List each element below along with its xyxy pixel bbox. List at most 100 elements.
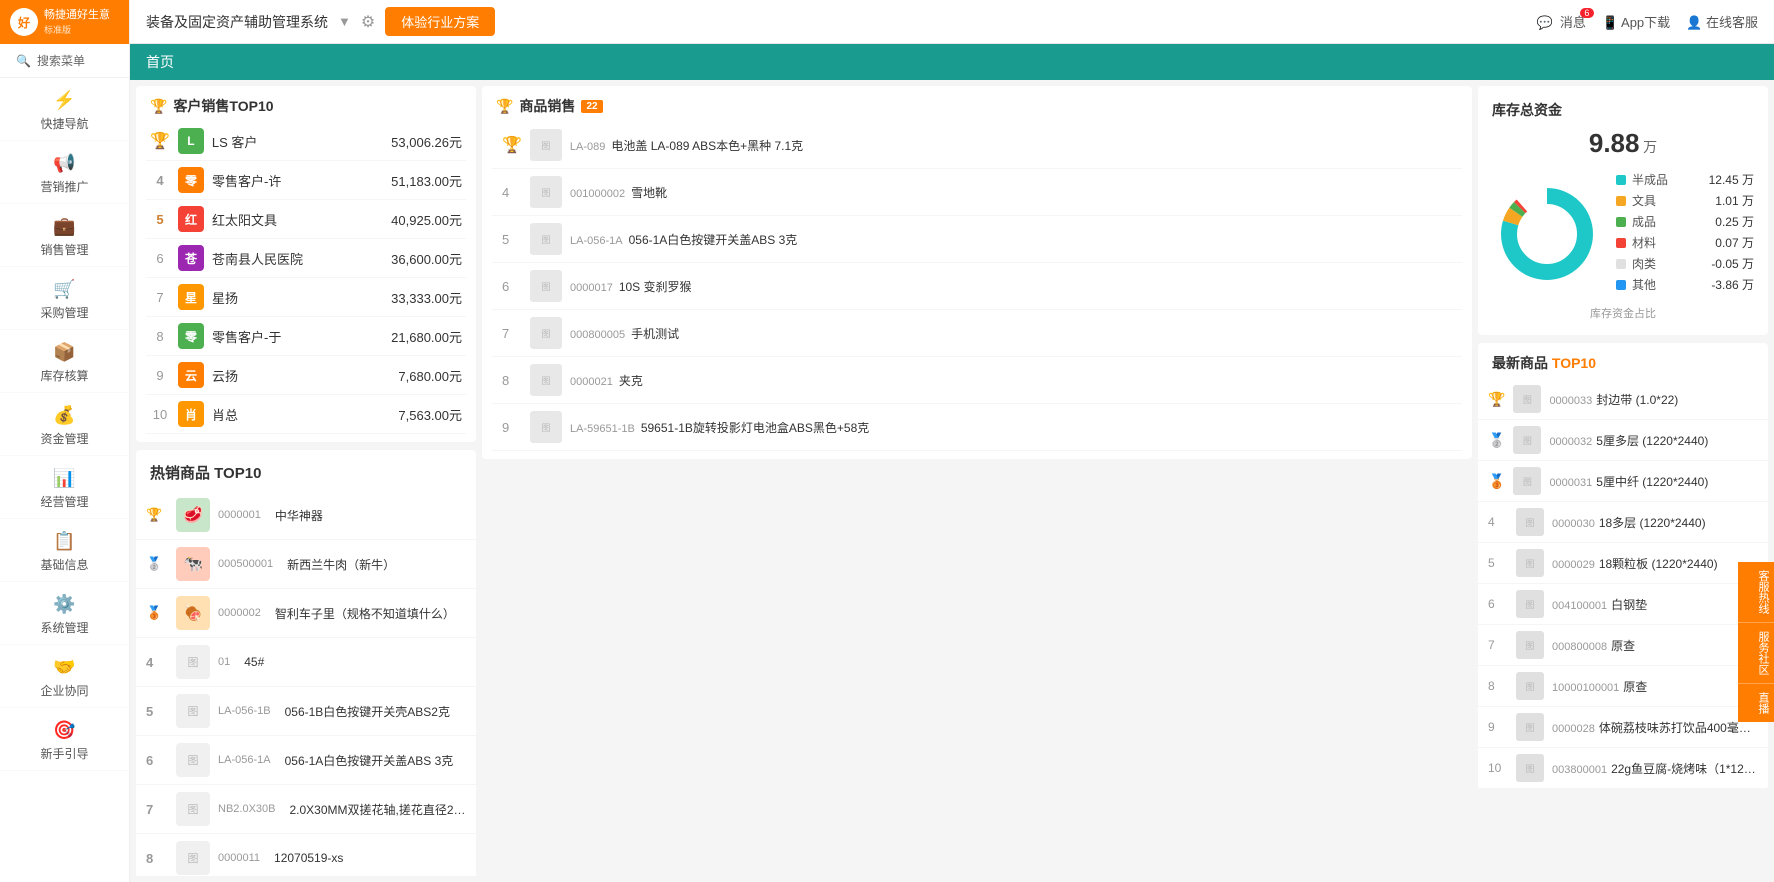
product-code: LA-089 [570,141,605,153]
product-sales-list: 🏆 图 LA-089 电池盖 LA-089 ABS本色+黑种 7.1克 4 图 [482,122,1472,459]
customer-amount: 21,680.00元 [391,327,462,346]
float-btn-community[interactable]: 服务社区 [1738,622,1774,683]
breadcrumb: 首页 [130,44,1774,80]
float-btn-service[interactable]: 客服热线 [1738,562,1774,622]
new-name: 22g鱼豆腐-烧烤味（1*12*20） [1611,760,1758,777]
new-product-info: 10000100001 原查 [1552,678,1758,695]
sidebar-item-basic[interactable]: 📋 基础信息 [0,519,129,582]
avatar: 苍 [178,245,204,271]
new-code: 0000030 [1552,518,1595,530]
operations-label: 经营管理 [40,493,88,510]
new-name: 体碗荔枝味苏打饮品400毫升（1*15） [1599,719,1758,736]
sidebar-item-system[interactable]: ⚙️ 系统管理 [0,582,129,645]
top-label: TOP10 [1552,355,1596,371]
product-name: 056-1A白色按键开关盖ABS 3克 [629,231,798,248]
new-code: 0000029 [1552,559,1595,571]
rank-num-6: 8 [150,329,170,344]
sidebar-item-quick[interactable]: ⚡ 快捷导航 [0,78,129,141]
list-item: 5 图 LA-056-1B 056-1B白色按键开关壳ABS2克 [136,687,476,736]
inventory-card: 库存总资金 9.88 万 [1478,86,1768,335]
online-service-link[interactable]: 👤 在线客服 [1686,12,1758,31]
customer-top10-header: 🏆 客户销售TOP10 [136,86,476,122]
sidebar-item-purchase[interactable]: 🛒 采购管理 [0,267,129,330]
list-item: 6 图 0000017 10S 变刹罗猴 [492,263,1462,310]
customer-name: 星扬 [212,288,383,307]
rank-8: 8 [502,373,522,388]
float-btn-live[interactable]: 直播 [1738,683,1774,722]
search-menu-item[interactable]: 🔍 搜索菜单 [0,44,129,78]
service-icon: 👤 [1686,15,1702,30]
legend-item-meat: 肉类 -0.05 万 [1616,255,1754,272]
legend-color [1616,238,1626,248]
hot-code: LA-056-1A [218,754,271,766]
new-name: 5厘多层 (1220*2440) [1596,432,1708,449]
product-info: LA-056-1A 056-1A白色按键开关盖ABS 3克 [570,231,797,248]
notification-area[interactable]: 💬 6 消息 [1536,12,1585,31]
product-info: LA-59651-1B 59651-1B旋转投影灯电池盒ABS黑色+58克 [570,419,869,436]
hot-code: 0000002 [218,607,261,619]
avatar: 零 [178,323,204,349]
legend-label: 其他 [1632,276,1705,293]
new-product-info: 003800001 22g鱼豆腐-烧烤味（1*12*20） [1552,760,1758,777]
new-product-thumb: 图 [1516,672,1544,700]
new-name: 白钢垫 [1611,596,1647,613]
app-logo: 好 畅捷通好生意 标准版 [0,0,129,44]
new-code: 0000031 [1549,477,1592,489]
sidebar-item-sales[interactable]: 💼 销售管理 [0,204,129,267]
legend-item-semi: 半成品 12.45 万 [1616,171,1754,188]
rank-6: 6 [502,279,522,294]
new-medal-1: 🏆 [1488,391,1505,408]
trial-button[interactable]: 体验行业方案 [385,7,495,36]
list-item: 🏆 🥩 0000001 中华神器 [136,491,476,540]
inventory-title: 库存总资金 [1492,100,1754,120]
customer-rank-list: 🏆 L LS 客户 53,006.26元 4 零 零售客户-许 51,183.0… [136,122,476,442]
new-product-info: 000800008 原查 [1552,637,1758,654]
sidebar-item-guide[interactable]: 🎯 新手引导 [0,708,129,771]
hot-rank-7: 7 [146,802,168,817]
dropdown-icon[interactable]: ▼ [338,14,351,29]
hot-name: 056-1A白色按键开关盖ABS 3克 [285,752,466,769]
product-thumbnail: 图 [176,792,210,826]
quick-icon: ⚡ [53,90,75,111]
float-buttons: 客服热线 服务社区 直播 [1738,562,1774,722]
customer-name: LS 客户 [212,132,383,151]
product-code: 0000021 [570,376,613,388]
legend-label: 成品 [1632,213,1709,230]
table-row: 6 苍 苍南县人民医院 36,600.00元 [146,239,466,278]
new-rank-4: 4 [1488,515,1508,529]
sidebar-item-finance[interactable]: 💰 资金管理 [0,393,129,456]
customer-amount: 7,680.00元 [398,366,462,385]
sidebar-item-operations[interactable]: 📊 经营管理 [0,456,129,519]
sidebar-item-inventory[interactable]: 📦 库存核算 [0,330,129,393]
inventory-unit: 万 [1643,139,1657,155]
new-rank-7: 7 [1488,638,1508,652]
search-menu-label: 搜索菜单 [37,52,85,69]
sidebar-item-enterprise[interactable]: 🤝 企业协同 [0,645,129,708]
list-item: 8 图 0000011 12070519-xs [136,834,476,876]
settings-icon[interactable]: ⚙ [361,12,375,32]
product-info: 0000021 夹克 [570,372,643,389]
guide-label: 新手引导 [40,745,88,762]
list-item: 🥉 图 0000031 5厘中纤 (1220*2440) [1478,461,1768,502]
list-item: 🥈 图 0000032 5厘多层 (1220*2440) [1478,420,1768,461]
inventory-chart-area: 半成品 12.45 万 文具 1.01 万 成品 0.25 万 [1492,171,1754,297]
breadcrumb-home[interactable]: 首页 [146,54,174,70]
hot-name: 2.0X30MM双搓花轴,搓花直径2.1MM/ROHS [289,801,466,818]
rank-num-3: 5 [150,212,170,227]
new-rank-8: 8 [1488,679,1508,693]
sidebar-item-marketing[interactable]: 📢 营销推广 [0,141,129,204]
legend-label: 肉类 [1632,255,1705,272]
customer-name: 红太阳文具 [212,210,383,229]
hot-code: 0000001 [218,509,261,521]
legend-color [1616,196,1626,206]
legend-item-stationery: 文具 1.01 万 [1616,192,1754,209]
notification-count: 6 [1580,8,1594,18]
rank-num-8: 10 [150,407,170,422]
rank-4: 4 [502,185,522,200]
sidebar: 好 畅捷通好生意 标准版 🔍 搜索菜单 ⚡ 快捷导航 📢 营销推广 💼 销售管理… [0,0,130,882]
list-item: 9 图 LA-59651-1B 59651-1B旋转投影灯电池盒ABS黑色+58… [492,404,1462,451]
new-code: 004100001 [1552,600,1607,612]
product-info: 000800005 手机测试 [570,325,679,342]
logo-text-area: 畅捷通好生意 标准版 [44,8,110,35]
app-download-link[interactable]: 📱 App下载 [1602,12,1670,31]
